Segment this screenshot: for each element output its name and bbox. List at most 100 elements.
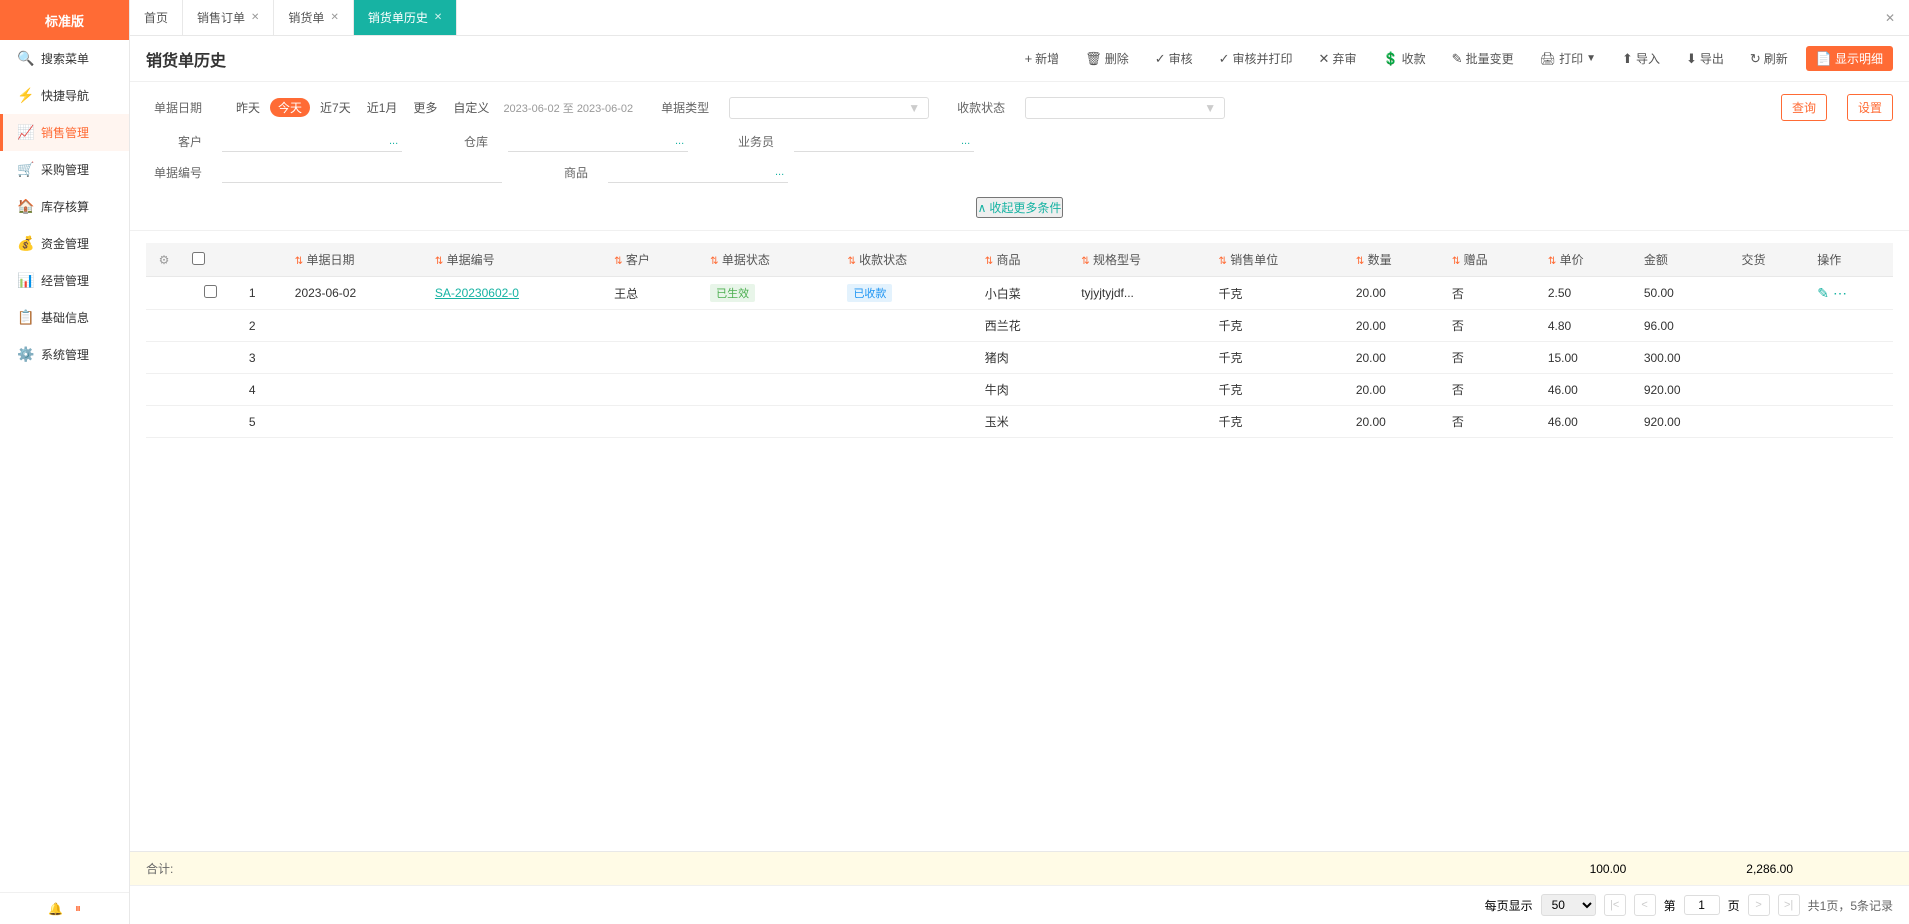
cell-customer: 王总 bbox=[604, 277, 700, 310]
date-shortcut-more[interactable]: 更多 bbox=[407, 98, 443, 117]
filter-area: 单据日期 昨天 今天 近7天 近1月 更多 自定义 2023-06-02 至 2… bbox=[130, 82, 1909, 231]
tab-sales-history[interactable]: 销货单历史 ✕ bbox=[354, 0, 457, 35]
sidebar-item-inventory[interactable]: 🏠 库存核算 bbox=[0, 188, 129, 225]
customer-input[interactable] bbox=[222, 131, 389, 151]
th-gift[interactable]: ⇅ 赠品 bbox=[1442, 243, 1538, 277]
staff-ellipsis[interactable]: ... bbox=[961, 135, 970, 147]
sidebar-item-operations[interactable]: 📊 经营管理 bbox=[0, 262, 129, 299]
th-doc-status[interactable]: ⇅ 单据状态 bbox=[700, 243, 837, 277]
query-button[interactable]: 查询 bbox=[1781, 94, 1827, 121]
import-button[interactable]: ⬆ 导入 bbox=[1614, 46, 1668, 71]
last-page-button[interactable]: >| bbox=[1778, 894, 1800, 916]
cell-doc-status bbox=[700, 310, 837, 342]
tab-sales-order-label: 销售订单 bbox=[197, 9, 245, 26]
batch-change-button[interactable]: ✎ 批量变更 bbox=[1444, 46, 1522, 71]
doc-no-input[interactable] bbox=[222, 162, 502, 183]
date-shortcut-7days[interactable]: 近7天 bbox=[314, 98, 357, 117]
th-date[interactable]: ⇅ 单据日期 bbox=[285, 243, 425, 277]
th-qty[interactable]: ⇅ 数量 bbox=[1346, 243, 1442, 277]
th-checkbox[interactable] bbox=[182, 243, 239, 277]
abandon-button[interactable]: ✕ 弃审 bbox=[1311, 46, 1365, 71]
collect-button[interactable]: 💲 收款 bbox=[1374, 46, 1433, 71]
select-all-checkbox[interactable] bbox=[192, 252, 205, 265]
refresh-button[interactable]: ↻ 刷新 bbox=[1742, 46, 1796, 71]
next-page-button[interactable]: > bbox=[1748, 894, 1770, 916]
cell-gift: 否 bbox=[1442, 374, 1538, 406]
add-button[interactable]: + 新增 bbox=[1017, 46, 1068, 71]
th-doc-no[interactable]: ⇅ 单据编号 bbox=[425, 243, 604, 277]
edit-op-button[interactable]: ✎ bbox=[1817, 285, 1829, 302]
tab-sales-order-close[interactable]: ✕ bbox=[251, 12, 259, 23]
row-checkbox[interactable] bbox=[204, 285, 217, 298]
first-page-button[interactable]: |< bbox=[1604, 894, 1626, 916]
notification-icon[interactable]: 🔔 bbox=[48, 902, 63, 916]
tabs-close-all[interactable]: ✕ bbox=[1871, 11, 1909, 25]
cell-settings bbox=[146, 374, 182, 406]
collapse-button[interactable]: ∧ 收起更多条件 bbox=[976, 197, 1064, 218]
date-range: 2023-06-02 至 2023-06-02 bbox=[503, 100, 633, 116]
th-settings[interactable]: ⚙ bbox=[146, 243, 182, 277]
cell-seq: 1 bbox=[239, 277, 285, 310]
print-button[interactable]: 🖨 打印 ▼ bbox=[1532, 46, 1604, 71]
tab-home[interactable]: 首页 bbox=[130, 0, 183, 35]
date-shortcut-custom[interactable]: 自定义 bbox=[447, 98, 495, 117]
goods-ellipsis[interactable]: ... bbox=[775, 166, 784, 178]
settings-button[interactable]: 设置 bbox=[1847, 94, 1893, 121]
th-pay-status[interactable]: ⇅ 收款状态 bbox=[837, 243, 974, 277]
cell-customer bbox=[604, 342, 700, 374]
table-container: ⚙ ⇅ 单据日期 ⇅ 单据编号 bbox=[130, 231, 1909, 851]
th-customer[interactable]: ⇅ 客户 bbox=[604, 243, 700, 277]
staff-label: 业务员 bbox=[718, 133, 774, 150]
sidebar-item-sales-mgmt[interactable]: 📈 销售管理 bbox=[0, 114, 129, 151]
customer-ellipsis[interactable]: ... bbox=[389, 135, 398, 147]
staff-input[interactable] bbox=[794, 131, 961, 151]
th-goods[interactable]: ⇅ 商品 bbox=[975, 243, 1071, 277]
tab-sales-delivery-label: 销货单 bbox=[288, 9, 324, 26]
cell-price: 4.80 bbox=[1538, 310, 1634, 342]
cell-checkbox[interactable] bbox=[182, 374, 239, 406]
th-price[interactable]: ⇅ 单价 bbox=[1538, 243, 1634, 277]
tab-sales-order[interactable]: 销售订单 ✕ bbox=[183, 0, 274, 35]
doc-no-link[interactable]: SA-20230602-0 bbox=[435, 286, 519, 300]
prev-page-button[interactable]: < bbox=[1634, 894, 1656, 916]
sidebar-item-search-menu[interactable]: 🔍 搜索菜单 bbox=[0, 40, 129, 77]
tab-home-label: 首页 bbox=[144, 9, 168, 26]
audit-print-button[interactable]: ✓ 审核并打印 bbox=[1211, 46, 1301, 71]
sidebar-item-basic-info[interactable]: 📋 基础信息 bbox=[0, 299, 129, 336]
sidebar-item-finance[interactable]: 💰 资金管理 bbox=[0, 225, 129, 262]
export-button[interactable]: ⬇ 导出 bbox=[1678, 46, 1732, 71]
tab-sales-history-close[interactable]: ✕ bbox=[434, 12, 442, 23]
doc-type-select[interactable]: ▼ bbox=[729, 97, 929, 119]
cell-customer bbox=[604, 406, 700, 438]
payment-status-select[interactable]: ▼ bbox=[1025, 97, 1225, 119]
page-number-input[interactable]: 1 bbox=[1684, 895, 1720, 915]
cell-checkbox[interactable] bbox=[182, 310, 239, 342]
column-settings-icon[interactable]: ⚙ bbox=[159, 253, 170, 267]
warehouse-ellipsis[interactable]: ... bbox=[675, 135, 684, 147]
tab-sales-delivery[interactable]: 销货单 ✕ bbox=[274, 0, 353, 35]
operations-icon: 📊 bbox=[17, 272, 33, 289]
tab-sales-delivery-close[interactable]: ✕ bbox=[330, 12, 338, 23]
more-op-button[interactable]: ⋯ bbox=[1833, 285, 1847, 302]
audit-button[interactable]: ✓ 审核 bbox=[1147, 46, 1201, 71]
table-row: 4 牛肉 千克 20.00 否 46.00 920.00 bbox=[146, 374, 1893, 406]
goods-input[interactable] bbox=[608, 162, 775, 182]
show-detail-button[interactable]: 📄 显示明细 bbox=[1806, 46, 1893, 71]
cell-checkbox[interactable] bbox=[182, 277, 239, 310]
cell-checkbox[interactable] bbox=[182, 342, 239, 374]
th-unit[interactable]: ⇅ 销售单位 bbox=[1209, 243, 1346, 277]
date-shortcut-today[interactable]: 今天 bbox=[270, 98, 310, 117]
sidebar-item-quick-nav[interactable]: ⚡ 快捷导航 bbox=[0, 77, 129, 114]
sidebar-item-purchase-mgmt[interactable]: 🛒 采购管理 bbox=[0, 151, 129, 188]
sort-icon: ⇅ bbox=[1548, 256, 1556, 267]
cell-settings bbox=[146, 310, 182, 342]
th-spec[interactable]: ⇅ 规格型号 bbox=[1071, 243, 1208, 277]
page-size-select[interactable]: 50 100 200 bbox=[1541, 894, 1596, 916]
date-shortcut-1month[interactable]: 近1月 bbox=[361, 98, 404, 117]
delete-button[interactable]: 🗑 删除 bbox=[1077, 46, 1137, 71]
cell-checkbox[interactable] bbox=[182, 406, 239, 438]
date-shortcut-yesterday[interactable]: 昨天 bbox=[230, 98, 266, 117]
sidebar-item-system[interactable]: ⚙️ 系统管理 bbox=[0, 336, 129, 373]
warehouse-input[interactable] bbox=[508, 131, 675, 151]
pause-icon[interactable]: ⏸ bbox=[75, 901, 81, 916]
